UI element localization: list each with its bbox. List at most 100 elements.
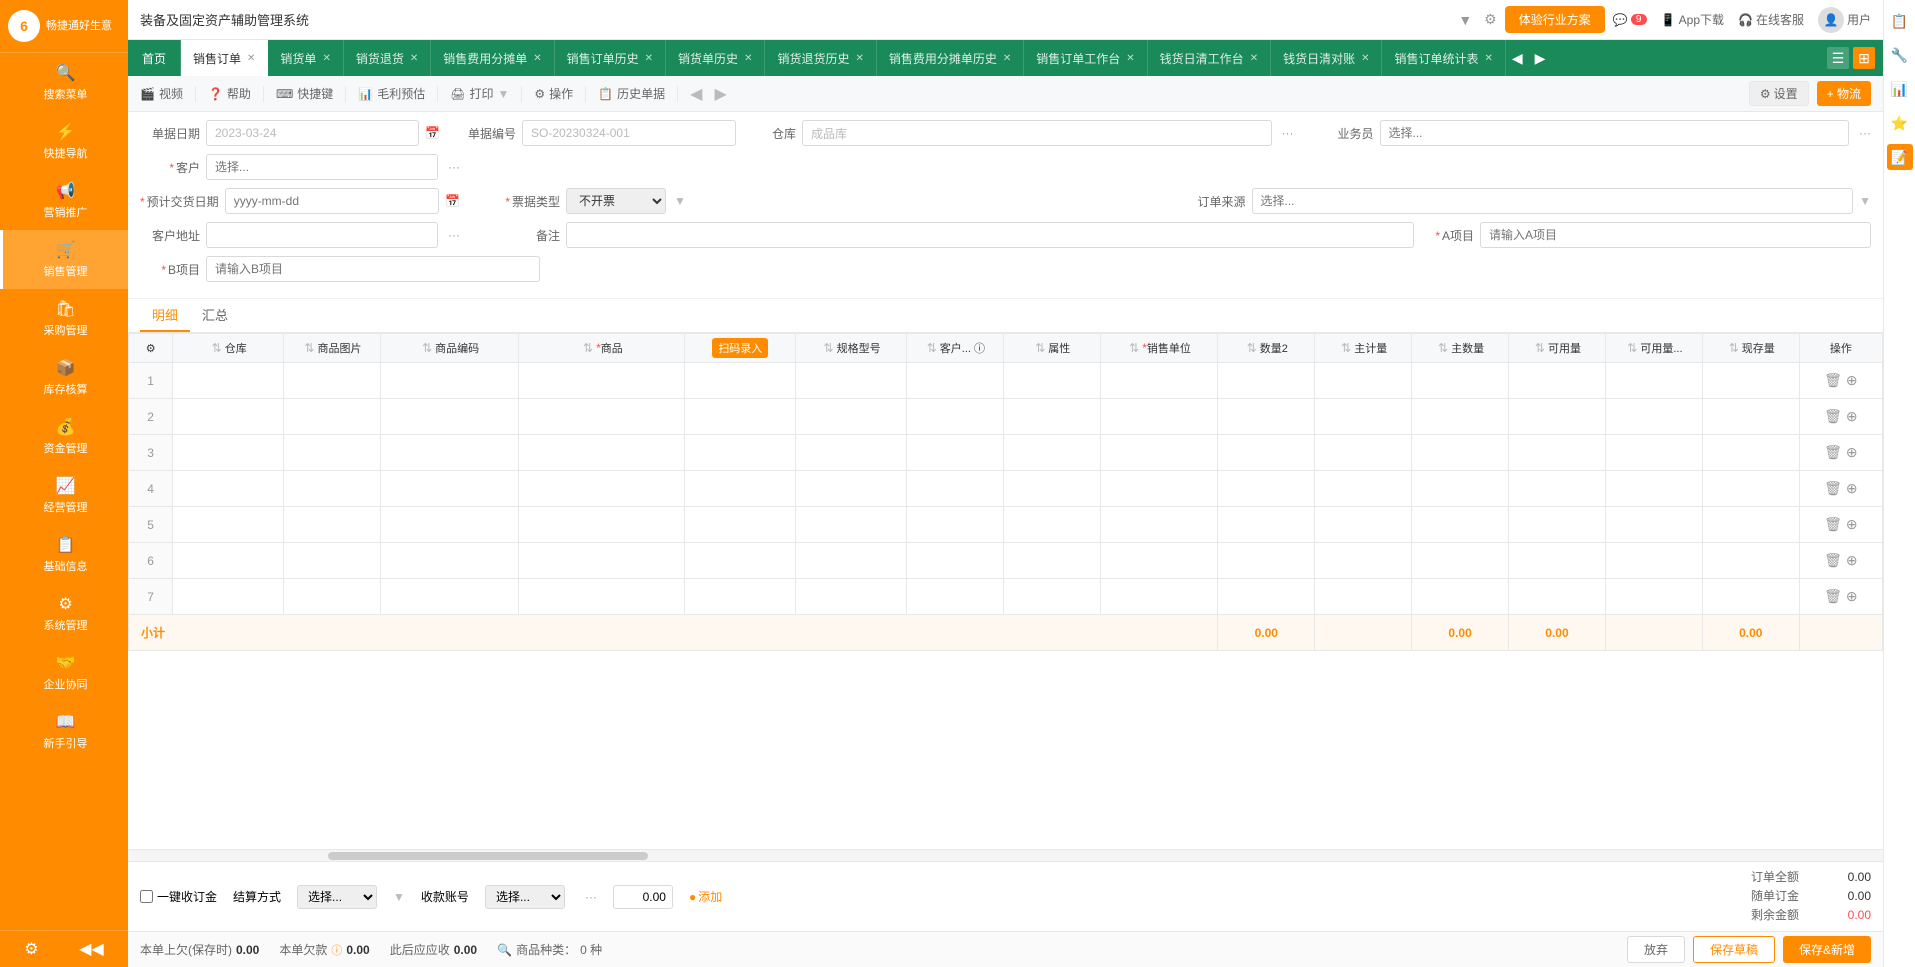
row-delete-7[interactable]: 🗑 [1824, 588, 1842, 605]
tab-close-6[interactable]: ✕ [744, 53, 752, 64]
row-img-3[interactable] [284, 435, 381, 471]
row-attr-5[interactable] [1003, 507, 1100, 543]
tab-close-2[interactable]: ✕ [322, 53, 330, 64]
customer-dots[interactable]: ··· [448, 160, 460, 174]
solution-button[interactable]: 体验行业方案 [1505, 6, 1605, 33]
row-copy-2[interactable]: ⊕ [1846, 408, 1858, 425]
row-code-1[interactable] [380, 363, 518, 399]
horizontal-scrollbar[interactable] [128, 849, 1883, 861]
row-available2-3[interactable] [1605, 435, 1702, 471]
row-available2-1[interactable] [1605, 363, 1702, 399]
online-service-item[interactable]: 🎧 在线客服 [1738, 11, 1804, 28]
calendar-icon[interactable]: 📅 [425, 126, 440, 140]
product-count-search-icon[interactable]: 🔍 [497, 943, 512, 957]
toolbar-operation[interactable]: ⚙ 操作 [534, 85, 573, 102]
row-stock-4[interactable] [1702, 471, 1799, 507]
row-attr-1[interactable] [1003, 363, 1100, 399]
row-delete-4[interactable]: 🗑 [1824, 480, 1842, 497]
toolbar-video[interactable]: 🎬 视频 [140, 85, 183, 102]
right-panel-icon-1[interactable]: 📋 [1887, 8, 1913, 34]
row-main-unit-5[interactable] [1315, 507, 1412, 543]
salesperson-dots[interactable]: ··· [1859, 126, 1871, 140]
scan-btn[interactable]: 扫码录入 [712, 338, 768, 358]
row-product-4[interactable] [519, 471, 685, 507]
right-panel-icon-4[interactable]: ⭐ [1887, 110, 1913, 136]
toolbar-prev-icon[interactable]: ◀ [690, 84, 702, 104]
singleno-input[interactable] [522, 120, 736, 146]
tab-7[interactable]: 销货退货历史✕ [765, 40, 876, 76]
save-new-button[interactable]: 保存&新增 [1783, 936, 1871, 963]
row-copy-6[interactable]: ⊕ [1846, 552, 1858, 569]
one-click-checkbox[interactable] [140, 890, 153, 903]
row-scan-6[interactable] [685, 543, 796, 579]
tab-2[interactable]: 销货单✕ [268, 40, 343, 76]
row-main-qty-1[interactable] [1412, 363, 1509, 399]
toolbar-profit[interactable]: 📊 毛利预估 [358, 85, 425, 102]
addrow-button[interactable]: + 物流 [1817, 81, 1871, 106]
row-img-7[interactable] [284, 579, 381, 615]
th-scan[interactable]: 扫码录入 [685, 334, 796, 363]
row-scan-3[interactable] [685, 435, 796, 471]
row-warehouse-5[interactable] [173, 507, 284, 543]
row-sale-unit-2[interactable] [1100, 399, 1218, 435]
message-icon-item[interactable]: 💬 9 [1613, 13, 1647, 27]
system-settings-icon[interactable]: ⚙ [1484, 11, 1497, 28]
row-code-4[interactable] [380, 471, 518, 507]
sidebar-item-10[interactable]: 🤝企业协同 [0, 643, 128, 702]
sidebar-item-6[interactable]: 💰资金管理 [0, 407, 128, 466]
tab-11[interactable]: 钱货日清对账✕ [1271, 40, 1382, 76]
th-settings[interactable]: ⚙ [129, 334, 173, 363]
row-available2-2[interactable] [1605, 399, 1702, 435]
right-panel-icon-2[interactable]: 🔧 [1887, 42, 1913, 68]
row-warehouse-7[interactable] [173, 579, 284, 615]
row-attr-7[interactable] [1003, 579, 1100, 615]
settings-button[interactable]: ⚙ 设置 [1749, 81, 1809, 106]
tab-close-9[interactable]: ✕ [1126, 53, 1134, 64]
tab-detail[interactable]: 明细 [140, 299, 190, 332]
system-title-dropdown-icon[interactable]: ▼ [1458, 12, 1472, 28]
row-main-qty-4[interactable] [1412, 471, 1509, 507]
row-available-7[interactable] [1509, 579, 1606, 615]
right-panel-icon-3[interactable]: 📊 [1887, 76, 1913, 102]
row-main-qty-5[interactable] [1412, 507, 1509, 543]
row-scan-1[interactable] [685, 363, 796, 399]
invoice-select[interactable]: 不开票 增值税专票 增值税普票 [566, 188, 666, 214]
row-cust-code-6[interactable] [906, 543, 1003, 579]
row-cust-code-7[interactable] [906, 579, 1003, 615]
tab-8[interactable]: 销售费用分摊单历史✕ [877, 40, 1024, 76]
tab-close-10[interactable]: ✕ [1250, 53, 1258, 64]
row-main-unit-3[interactable] [1315, 435, 1412, 471]
row-available2-6[interactable] [1605, 543, 1702, 579]
row-qty2-6[interactable] [1218, 543, 1315, 579]
sidebar-item-5[interactable]: 📦库存核算 [0, 348, 128, 407]
tab-1[interactable]: 销售订单✕ [181, 40, 268, 76]
row-attr-6[interactable] [1003, 543, 1100, 579]
toolbar-help[interactable]: ❓ 帮助 [208, 85, 251, 102]
row-spec-2[interactable] [796, 399, 907, 435]
row-stock-2[interactable] [1702, 399, 1799, 435]
tab-summary[interactable]: 汇总 [190, 299, 240, 332]
row-product-3[interactable] [519, 435, 685, 471]
row-attr-3[interactable] [1003, 435, 1100, 471]
tab-close-1[interactable]: ✕ [247, 53, 255, 64]
warehouse-dots[interactable]: ··· [1282, 126, 1294, 140]
address-dots[interactable]: ··· [448, 228, 460, 242]
row-copy-7[interactable]: ⊕ [1846, 588, 1858, 605]
tabbar-next-btn[interactable]: ▶ [1529, 50, 1552, 67]
row-spec-4[interactable] [796, 471, 907, 507]
row-cust-code-5[interactable] [906, 507, 1003, 543]
row-stock-6[interactable] [1702, 543, 1799, 579]
row-qty2-3[interactable] [1218, 435, 1315, 471]
row-product-5[interactable] [519, 507, 685, 543]
row-main-unit-7[interactable] [1315, 579, 1412, 615]
row-main-qty-2[interactable] [1412, 399, 1509, 435]
row-stock-7[interactable] [1702, 579, 1799, 615]
row-delete-1[interactable]: 🗑 [1824, 372, 1842, 389]
row-stock-1[interactable] [1702, 363, 1799, 399]
sidebar-item-11[interactable]: 📖新手引导 [0, 702, 128, 761]
sidebar-item-4[interactable]: 🛍采购管理 [0, 289, 128, 348]
sidebar-settings-icon[interactable]: ⚙ [24, 939, 38, 959]
tab-12[interactable]: 销售订单统计表✕ [1382, 40, 1505, 76]
row-available-5[interactable] [1509, 507, 1606, 543]
current-info-icon[interactable]: ⓘ [331, 942, 342, 958]
